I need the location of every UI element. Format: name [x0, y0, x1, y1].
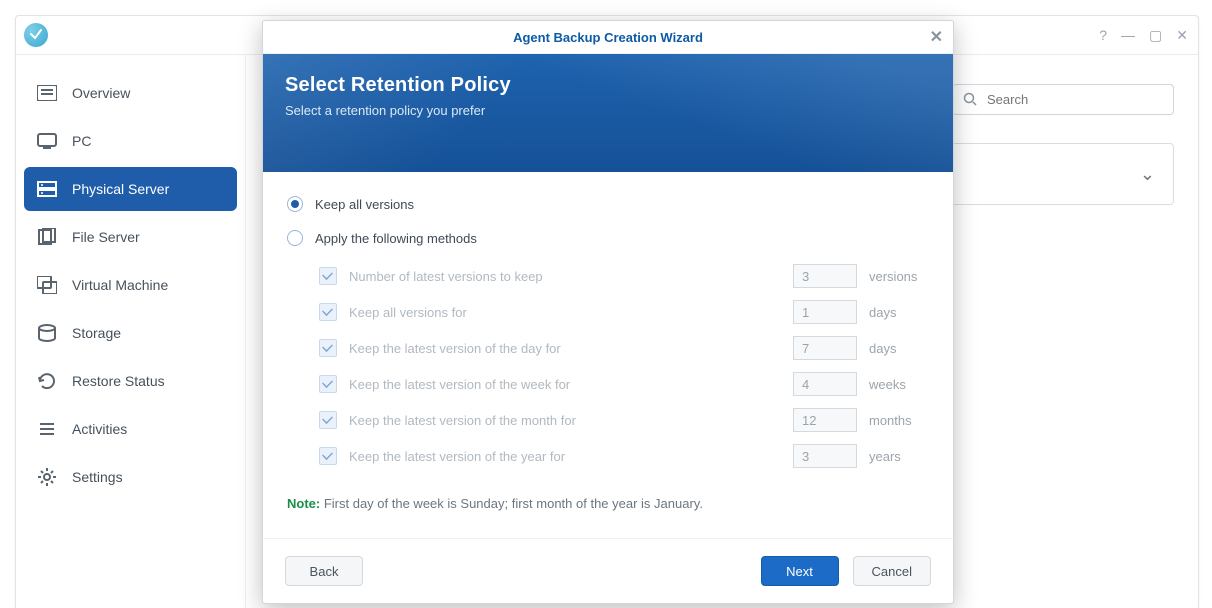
storage-icon [36, 324, 58, 342]
method-unit: months [869, 413, 929, 428]
method-input-versions[interactable] [793, 264, 857, 288]
method-row-versions: Number of latest versions to keep versio… [287, 258, 929, 294]
method-label: Keep the latest version of the day for [349, 341, 781, 356]
sidebar-item-overview[interactable]: Overview [24, 71, 237, 115]
method-input-day[interactable] [793, 336, 857, 360]
sidebar-item-label: PC [72, 133, 91, 149]
radio-icon [287, 230, 303, 246]
sidebar-item-label: Activities [72, 421, 127, 437]
checkbox-icon[interactable] [319, 375, 337, 393]
sidebar-item-restore-status[interactable]: Restore Status [24, 359, 237, 403]
radio-label: Keep all versions [315, 197, 414, 212]
sidebar-item-storage[interactable]: Storage [24, 311, 237, 355]
sidebar-item-file-server[interactable]: File Server [24, 215, 237, 259]
help-icon[interactable]: ? [1099, 27, 1107, 43]
radio-label: Apply the following methods [315, 231, 477, 246]
server-icon [36, 180, 58, 198]
cancel-button[interactable]: Cancel [853, 556, 931, 586]
sidebar-item-label: Settings [72, 469, 123, 485]
method-row-week: Keep the latest version of the week for … [287, 366, 929, 402]
method-row-all-days: Keep all versions for days [287, 294, 929, 330]
minimize-icon[interactable]: — [1121, 27, 1135, 43]
method-input-all-days[interactable] [793, 300, 857, 324]
sidebar-item-physical-server[interactable]: Physical Server [24, 167, 237, 211]
wizard-modal: Agent Backup Creation Wizard ✕ Select Re… [262, 20, 954, 604]
restore-icon [36, 372, 58, 390]
sidebar-item-label: Restore Status [72, 373, 165, 389]
search-input[interactable] [952, 84, 1174, 115]
note: Note: First day of the week is Sunday; f… [287, 496, 929, 511]
app-icon [24, 23, 48, 47]
checkbox-icon[interactable] [319, 303, 337, 321]
modal-footer: Back Next Cancel [263, 538, 953, 603]
sidebar-item-settings[interactable]: Settings [24, 455, 237, 499]
sidebar-item-label: File Server [72, 229, 140, 245]
method-label: Number of latest versions to keep [349, 269, 781, 284]
checkbox-icon[interactable] [319, 267, 337, 285]
close-icon[interactable]: ✕ [1176, 27, 1188, 44]
method-unit: years [869, 449, 929, 464]
radio-apply-methods[interactable]: Apply the following methods [287, 224, 929, 252]
checkbox-icon[interactable] [319, 411, 337, 429]
method-row-month: Keep the latest version of the month for… [287, 402, 929, 438]
method-unit: days [869, 305, 929, 320]
method-label: Keep the latest version of the month for [349, 413, 781, 428]
modal-hero: Select Retention Policy Select a retenti… [263, 54, 953, 172]
sidebar-item-label: Physical Server [72, 181, 169, 197]
method-unit: versions [869, 269, 929, 284]
modal-hero-title: Select Retention Policy [285, 74, 931, 97]
maximize-icon[interactable]: ▢ [1149, 27, 1162, 44]
radio-keep-all[interactable]: Keep all versions [287, 190, 929, 218]
note-text: First day of the week is Sunday; first m… [324, 496, 703, 511]
vm-icon [36, 276, 58, 294]
method-row-year: Keep the latest version of the year for … [287, 438, 929, 474]
sidebar-item-label: Storage [72, 325, 121, 341]
checkbox-icon[interactable] [319, 339, 337, 357]
modal-titlebar: Agent Backup Creation Wizard ✕ [263, 21, 953, 54]
search-icon [963, 92, 977, 106]
pc-icon [36, 132, 58, 150]
activities-icon [36, 420, 58, 438]
checkbox-icon[interactable] [319, 447, 337, 465]
modal-hero-subtitle: Select a retention policy you prefer [285, 103, 931, 118]
modal-content: Keep all versions Apply the following me… [263, 172, 953, 530]
back-button[interactable]: Back [285, 556, 363, 586]
search-field[interactable] [985, 91, 1165, 108]
method-label: Keep all versions for [349, 305, 781, 320]
sidebar-item-activities[interactable]: Activities [24, 407, 237, 451]
method-input-week[interactable] [793, 372, 857, 396]
note-prefix: Note: [287, 496, 320, 511]
next-button[interactable]: Next [761, 556, 839, 586]
file-server-icon [36, 228, 58, 246]
method-unit: days [869, 341, 929, 356]
sidebar-item-virtual-machine[interactable]: Virtual Machine [24, 263, 237, 307]
sidebar-item-pc[interactable]: PC [24, 119, 237, 163]
method-label: Keep the latest version of the week for [349, 377, 781, 392]
method-input-year[interactable] [793, 444, 857, 468]
modal-close-button[interactable]: ✕ [930, 27, 943, 47]
sidebar: Overview PC Physical Server File Server [16, 55, 246, 608]
overview-icon [36, 84, 58, 102]
method-row-day: Keep the latest version of the day for d… [287, 330, 929, 366]
sidebar-item-label: Virtual Machine [72, 277, 168, 293]
modal-title-text: Agent Backup Creation Wizard [513, 30, 703, 45]
chevron-down-icon: ⌄ [1140, 164, 1155, 185]
radio-icon [287, 196, 303, 212]
method-unit: weeks [869, 377, 929, 392]
method-label: Keep the latest version of the year for [349, 449, 781, 464]
method-input-month[interactable] [793, 408, 857, 432]
gear-icon [36, 468, 58, 486]
sidebar-item-label: Overview [72, 85, 130, 101]
